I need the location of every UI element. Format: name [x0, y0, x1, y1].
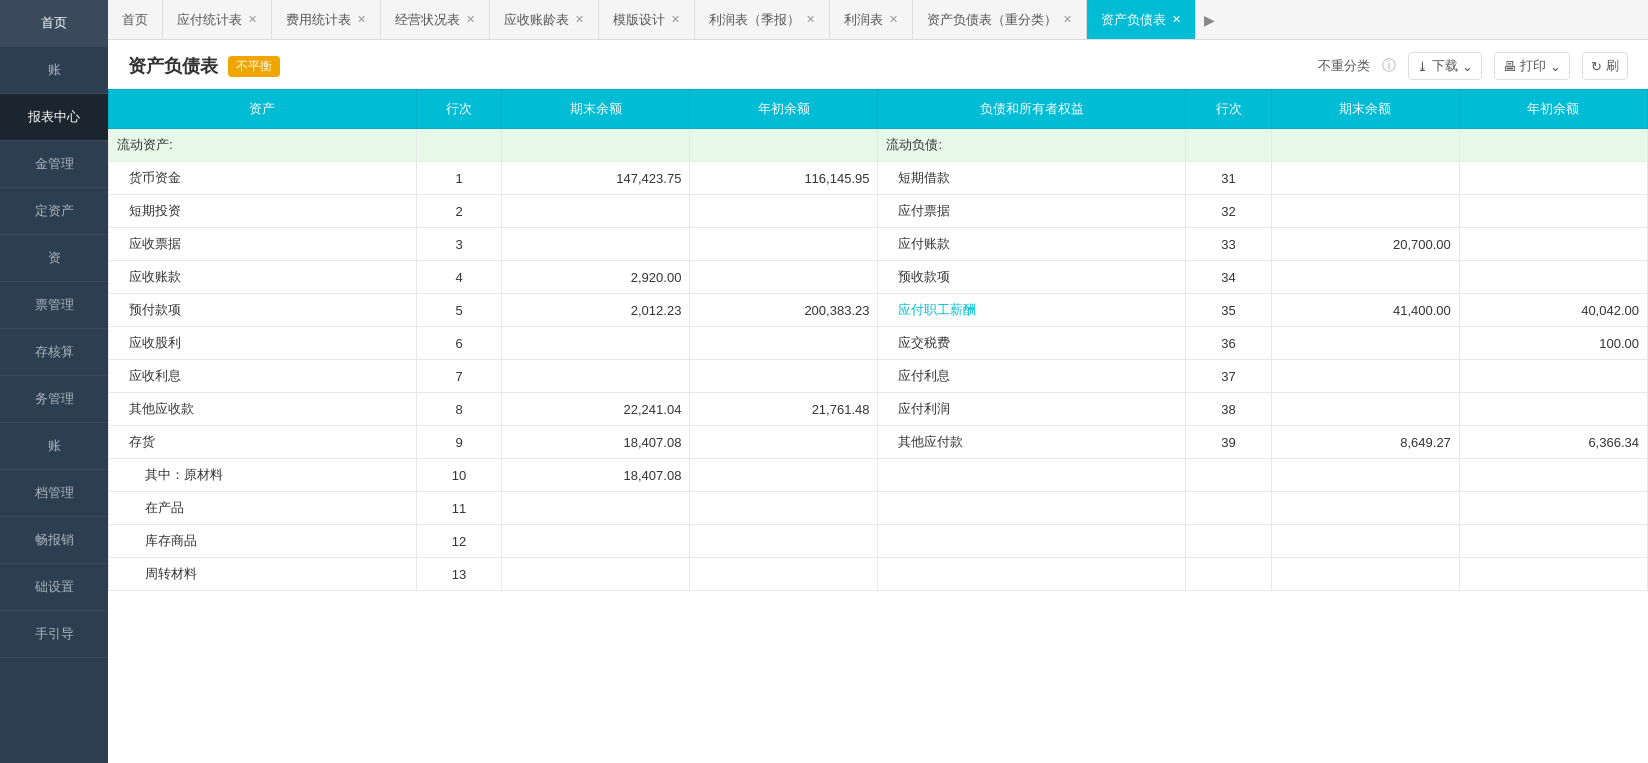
- table-row: 其他应收款 8 22,241.04 21,761.48 应付利润 38: [109, 393, 1648, 426]
- table-header-row: 资产 行次 期末余额 年初余额 负债和所有者权益 行次 期末余额 年初余额: [109, 90, 1648, 129]
- page-title-area: 资产负债表 不平衡: [128, 54, 280, 78]
- report-table: 资产 行次 期末余额 年初余额 负债和所有者权益 行次 期末余额 年初余额 流动…: [108, 89, 1648, 591]
- table-row: 应收利息 7 应付利息 37: [109, 360, 1648, 393]
- sidebar-item-expense[interactable]: 畅报销: [0, 517, 108, 564]
- page-header: 资产负债表 不平衡 不重分类 ⓘ ⤓ 下载 ⌄ 🖶 打印 ⌄ ↻ 刷: [108, 40, 1648, 89]
- sidebar-item-archive[interactable]: 档管理: [0, 470, 108, 517]
- section-current-assets: 流动资产: 流动负债:: [109, 129, 1648, 162]
- tab-income[interactable]: 利润表 ✕: [830, 0, 913, 40]
- tab-close-income[interactable]: ✕: [889, 13, 898, 26]
- category-label[interactable]: 不重分类: [1318, 57, 1370, 75]
- table-row: 库存商品 12: [109, 525, 1648, 558]
- tab-income-quarterly[interactable]: 利润表（季报） ✕: [695, 0, 830, 40]
- table-row: 应收票据 3 应付账款 33 20,700.00: [109, 228, 1648, 261]
- sidebar-item-home[interactable]: 首页: [0, 0, 108, 47]
- print-chevron-icon: ⌄: [1550, 59, 1561, 74]
- col-row-num-right: 行次: [1186, 90, 1271, 129]
- sidebar-item-account[interactable]: 账: [0, 423, 108, 470]
- tab-close-receivable-aging[interactable]: ✕: [575, 13, 584, 26]
- col-beg-balance-right: 年初余额: [1459, 90, 1647, 129]
- col-end-balance-right: 期末余额: [1271, 90, 1459, 129]
- tab-home[interactable]: 首页: [108, 0, 163, 40]
- col-asset: 资产: [109, 90, 417, 129]
- print-icon: 🖶: [1503, 59, 1516, 74]
- sidebar-item-investment[interactable]: 资: [0, 235, 108, 282]
- col-liability: 负债和所有者权益: [878, 90, 1186, 129]
- refresh-button[interactable]: ↻ 刷: [1582, 52, 1628, 80]
- col-end-balance-left: 期末余额: [502, 90, 690, 129]
- table-row: 短期投资 2 应付票据 32: [109, 195, 1648, 228]
- tab-close-income-quarterly[interactable]: ✕: [806, 13, 815, 26]
- section-left-label: 流动资产:: [109, 129, 417, 162]
- page-actions: 不重分类 ⓘ ⤓ 下载 ⌄ 🖶 打印 ⌄ ↻ 刷: [1318, 52, 1628, 80]
- table-row: 周转材料 13: [109, 558, 1648, 591]
- download-chevron-icon: ⌄: [1462, 59, 1473, 74]
- unbalanced-badge: 不平衡: [228, 56, 280, 77]
- tab-close-balance[interactable]: ✕: [1172, 13, 1181, 26]
- tab-receivable-aging[interactable]: 应收账龄表 ✕: [490, 0, 599, 40]
- print-button[interactable]: 🖶 打印 ⌄: [1494, 52, 1570, 80]
- table-row: 预付款项 5 2,012.23 200,383.23 应付职工薪酬 35 41,…: [109, 294, 1648, 327]
- tab-close-template-design[interactable]: ✕: [671, 13, 680, 26]
- tab-scroll-right[interactable]: ▶: [1196, 12, 1223, 28]
- col-row-num-left: 行次: [416, 90, 501, 129]
- table-row: 应收账款 4 2,920.00 预收款项 34: [109, 261, 1648, 294]
- tab-close-balance-reclassified[interactable]: ✕: [1063, 13, 1072, 26]
- sidebar-item-ledger[interactable]: 账: [0, 47, 108, 94]
- tab-accounts-payable[interactable]: 应付统计表 ✕: [163, 0, 272, 40]
- table-row: 货币资金 1 147,423.75 116,145.95 短期借款 31: [109, 162, 1648, 195]
- table-row: 存货 9 18,407.08 其他应付款 39 8,649.27 6,366.3…: [109, 426, 1648, 459]
- sidebar-item-inventory[interactable]: 存核算: [0, 329, 108, 376]
- tab-bar: 首页 应付统计表 ✕ 费用统计表 ✕ 经营状况表 ✕ 应收账龄表 ✕ 模版设计 …: [108, 0, 1648, 40]
- tab-balance[interactable]: 资产负债表 ✕: [1087, 0, 1196, 40]
- tab-close-expense[interactable]: ✕: [357, 13, 366, 26]
- table-row: 其中：原材料 10 18,407.08: [109, 459, 1648, 492]
- main-area: 首页 应付统计表 ✕ 费用统计表 ✕ 经营状况表 ✕ 应收账龄表 ✕ 模版设计 …: [108, 0, 1648, 763]
- table-row: 在产品 11: [109, 492, 1648, 525]
- download-icon: ⤓: [1417, 59, 1428, 74]
- tab-expense[interactable]: 费用统计表 ✕: [272, 0, 381, 40]
- sidebar-item-guide[interactable]: 手引导: [0, 611, 108, 658]
- tab-close-accounts-payable[interactable]: ✕: [248, 13, 257, 26]
- col-beg-balance-left: 年初余额: [690, 90, 878, 129]
- tab-template-design[interactable]: 模版设计 ✕: [599, 0, 695, 40]
- tab-balance-reclassified[interactable]: 资产负债表（重分类） ✕: [913, 0, 1087, 40]
- sidebar-item-fixed-assets[interactable]: 定资产: [0, 188, 108, 235]
- sidebar-item-settings[interactable]: 础设置: [0, 564, 108, 611]
- sidebar-item-reports[interactable]: 报表中心: [0, 94, 108, 141]
- section-right-label: 流动负债:: [878, 129, 1186, 162]
- sidebar-item-finance[interactable]: 务管理: [0, 376, 108, 423]
- download-button[interactable]: ⤓ 下载 ⌄: [1408, 52, 1482, 80]
- page-title: 资产负债表: [128, 54, 218, 78]
- refresh-icon: ↻: [1591, 59, 1602, 74]
- sidebar-item-invoice[interactable]: 票管理: [0, 282, 108, 329]
- sidebar: 首页 账 报表中心 金管理 定资产 资 票管理 存核算 务管理 账 档管理 畅报…: [0, 0, 108, 763]
- tab-operations[interactable]: 经营状况表 ✕: [381, 0, 490, 40]
- sidebar-item-cash[interactable]: 金管理: [0, 141, 108, 188]
- tab-close-operations[interactable]: ✕: [466, 13, 475, 26]
- table-row: 应收股利 6 应交税费 36 100.00: [109, 327, 1648, 360]
- content-area: 资产负债表 不平衡 不重分类 ⓘ ⤓ 下载 ⌄ 🖶 打印 ⌄ ↻ 刷: [108, 40, 1648, 763]
- help-icon[interactable]: ⓘ: [1382, 57, 1396, 75]
